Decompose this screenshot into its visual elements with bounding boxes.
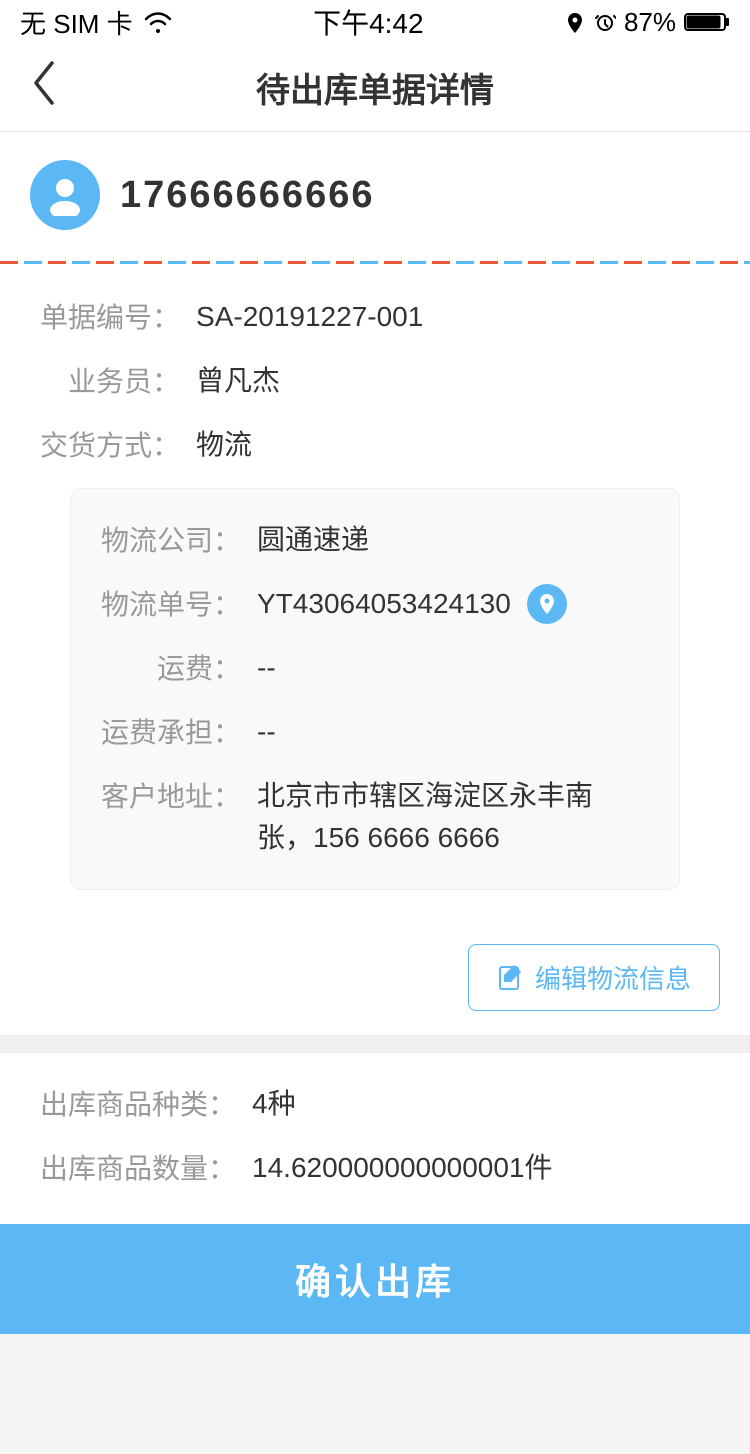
alarm-icon — [594, 11, 616, 33]
tracking-no-row: 物流单号： YT43064053424130 — [101, 583, 649, 625]
address-value: 北京市市辖区海淀区永丰南 张，156 6666 6666 — [241, 775, 649, 859]
status-bar: 无 SIM 卡 下午4:42 87% — [0, 0, 750, 44]
confirm-btn-text: 确认出库 — [295, 1253, 455, 1305]
tracking-no-value: YT43064053424130 — [241, 583, 649, 625]
dashed-divider — [0, 258, 750, 266]
goods-quantity-label: 出库商品数量： — [40, 1147, 236, 1187]
edit-icon — [497, 964, 525, 992]
goods-type-row: 出库商品种类： 4种 — [40, 1083, 710, 1125]
status-right: 87% — [564, 7, 730, 38]
delivery-method-label: 交货方式： — [40, 424, 180, 464]
delivery-method-row: 交货方式： 物流 — [40, 424, 710, 466]
edit-btn-row: 编辑物流信息 — [0, 920, 750, 1035]
goods-type-label: 出库商品种类： — [40, 1083, 236, 1123]
back-button[interactable] — [30, 59, 58, 117]
person-icon — [44, 174, 86, 216]
sales-person-label: 业务员： — [40, 360, 180, 400]
tracking-location-button[interactable] — [527, 584, 567, 624]
carrier-text: 无 SIM 卡 — [20, 4, 133, 41]
battery-text: 87% — [624, 7, 676, 38]
freight-value: -- — [241, 647, 649, 689]
order-no-label: 单据编号： — [40, 296, 180, 336]
order-info: 单据编号： SA-20191227-001 业务员： 曾凡杰 交货方式： 物流 … — [0, 266, 750, 920]
goods-type-value: 4种 — [236, 1083, 710, 1125]
order-no-value: SA-20191227-001 — [180, 296, 710, 338]
goods-info: 出库商品种类： 4种 出库商品数量： 14.620000000000001件 — [0, 1053, 750, 1219]
wifi-icon — [143, 11, 173, 33]
logistics-company-row: 物流公司： 圆通速递 — [101, 519, 649, 561]
order-info-section: 单据编号： SA-20191227-001 业务员： 曾凡杰 交货方式： 物流 … — [0, 266, 750, 1035]
sales-person-value: 曾凡杰 — [180, 360, 710, 402]
section-divider — [0, 1035, 750, 1053]
freight-label: 运费： — [101, 647, 241, 687]
tracking-no-label: 物流单号： — [101, 583, 241, 623]
avatar — [30, 160, 100, 230]
nav-bar: 待出库单据详情 — [0, 44, 750, 132]
address-row: 客户地址： 北京市市辖区海淀区永丰南 张，156 6666 6666 — [101, 775, 649, 859]
map-pin-icon — [535, 592, 559, 616]
delivery-method-value: 物流 — [180, 424, 710, 466]
order-no-row: 单据编号： SA-20191227-001 — [40, 296, 710, 338]
logistics-card: 物流公司： 圆通速递 物流单号： YT43064053424130 — [70, 488, 680, 890]
status-time: 下午4:42 — [313, 2, 424, 42]
battery-icon — [684, 11, 730, 33]
edit-logistics-button[interactable]: 编辑物流信息 — [468, 944, 720, 1011]
freight-bearer-value: -- — [241, 711, 649, 753]
logistics-company-label: 物流公司： — [101, 519, 241, 559]
address-label: 客户地址： — [101, 775, 241, 815]
confirm-button[interactable]: 确认出库 — [0, 1224, 750, 1334]
goods-quantity-row: 出库商品数量： 14.620000000000001件 — [40, 1147, 710, 1189]
customer-header: 17666666666 — [0, 132, 750, 258]
customer-phone: 17666666666 — [120, 174, 374, 217]
freight-bearer-row: 运费承担： -- — [101, 711, 649, 753]
freight-bearer-label: 运费承担： — [101, 711, 241, 751]
goods-quantity-value: 14.620000000000001件 — [236, 1147, 710, 1189]
location-service-icon — [564, 11, 586, 33]
status-left: 无 SIM 卡 — [20, 4, 173, 41]
sales-person-row: 业务员： 曾凡杰 — [40, 360, 710, 402]
freight-row: 运费： -- — [101, 647, 649, 689]
page-title: 待出库单据详情 — [256, 63, 494, 112]
logistics-company-value: 圆通速递 — [241, 519, 649, 561]
